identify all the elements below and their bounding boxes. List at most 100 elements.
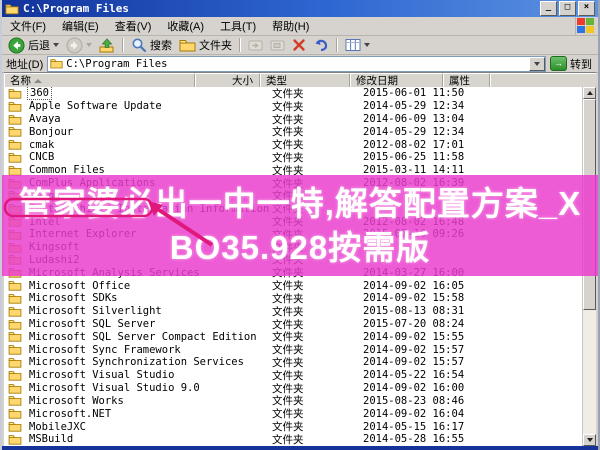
file-name-label: Microsoft Analysis Services [29,266,200,279]
triangle-down-icon [586,438,593,442]
folder-icon [8,332,22,342]
forward-dropdown-icon[interactable] [86,43,92,47]
column-header-name[interactable]: 名称 [4,73,195,88]
vertical-scrollbar[interactable] [582,87,596,446]
maximize-button[interactable]: □ [559,1,576,16]
back-label: 后退 [28,40,50,52]
go-button[interactable]: → 转到 [550,56,594,72]
file-name-cell: Intel [4,216,195,228]
forward-button[interactable] [64,36,94,54]
file-date-cell: 2014-09-02 15:57 [363,356,465,369]
file-name-cell: Microsoft Synchronization Services [4,356,244,368]
file-name-label: Apple Software Update [29,100,162,113]
column-header-date[interactable]: 修改日期 [350,73,443,88]
address-dropdown-button[interactable] [529,56,545,71]
file-name-cell: InstallShield Installation Information [4,203,269,215]
column-header-type[interactable]: 类型 [260,73,350,88]
folders-button[interactable]: 文件夹 [177,37,234,53]
windows-logo-icon [575,17,598,35]
file-type-cell: 文件夹 [272,433,304,446]
explorer-window: C:\Program Files _ □ × 文件(F) 编辑(E) 查看(V)… [0,0,600,450]
window-title: C:\Program Files [23,2,129,15]
file-date-cell: 2012-08-02 16:39 [363,177,465,190]
menu-favorites[interactable]: 收藏(A) [159,16,212,36]
views-dropdown-icon[interactable] [364,43,370,47]
scroll-down-button[interactable] [583,434,596,446]
column-header-name-label: 名称 [10,74,31,87]
file-name-cell: MobileJXC [4,421,195,433]
column-header-size-label: 大小 [232,74,253,87]
file-date-cell: 2014-09-02 16:04 [363,407,465,420]
file-name-cell: Microsoft.NET [4,408,195,420]
copy-to-icon [270,40,285,50]
folder-icon [8,345,22,355]
folder-icon [8,89,22,99]
search-button[interactable]: 搜索 [129,37,174,53]
column-header-type-label: 类型 [266,74,287,87]
file-date-cell: 2015-08-13 08:31 [363,305,465,318]
up-icon [99,37,114,52]
forward-icon [66,36,83,54]
folder-icon [8,255,22,266]
up-button[interactable] [97,37,117,53]
file-name-label: Bonjour [29,125,74,138]
go-icon: → [550,56,567,71]
window-bottom-border [2,446,598,450]
copy-to-button[interactable] [268,39,287,52]
minimize-button[interactable]: _ [540,1,557,16]
folder-icon [8,178,22,189]
menubar: 文件(F) 编辑(E) 查看(V) 收藏(A) 工具(T) 帮助(H) [2,17,598,36]
file-name-cell: ComPlus Applications [4,177,195,189]
file-name-cell: MSBuild [4,433,195,445]
column-header-size[interactable]: 大小 [195,73,260,88]
folder-icon [8,434,22,445]
back-dropdown-icon[interactable] [53,43,59,47]
menu-view[interactable]: 查看(V) [107,16,160,36]
menu-file[interactable]: 文件(F) [2,16,54,36]
views-icon [345,39,361,51]
views-button[interactable] [343,38,372,52]
file-name-cell: Apple Software Update [4,100,195,112]
file-date-cell: 2014-05-22 16:54 [363,369,465,382]
folder-icon [8,319,22,330]
folder-icon [8,217,22,227]
close-button[interactable]: × [578,1,595,16]
menu-tools[interactable]: 工具(T) [212,16,264,36]
scroll-up-button[interactable] [583,87,596,99]
folder-icon [8,409,22,419]
column-headers: 名称 大小 类型 修改日期 属性 [4,72,596,88]
file-name-label: ComPlus Applications [29,177,156,190]
scrollbar-thumb[interactable] [583,99,596,310]
back-icon [8,36,25,54]
file-row[interactable]: MSBuild 文件夹 2014-05-28 16:55 [4,433,583,446]
back-button[interactable]: 后退 [6,36,61,54]
file-name-label: Microsoft Visual Studio [29,369,175,382]
file-date-cell: 2015-06-01 11:50 [363,87,465,100]
menu-edit[interactable]: 编辑(E) [54,16,107,36]
folder-icon [8,127,22,137]
file-name-cell: CNCB [4,151,195,163]
file-name-cell: Microsoft SQL Server [4,318,195,330]
folder-icon [8,153,22,163]
file-name-label: MSBuild [29,433,74,446]
file-name-label: Microsoft SQL Server Compact Edition [29,330,257,343]
file-name-cell: feiq [4,190,195,202]
file-name-label: Avaya [29,113,61,126]
column-header-attributes[interactable]: 属性 [443,73,490,88]
file-date-cell: 2014-09-02 15:57 [363,343,465,356]
move-to-button[interactable] [246,39,265,52]
file-name-label: Microsoft Office [29,279,131,292]
toolbar-separator [336,38,338,52]
address-input[interactable]: C:\Program Files [47,55,546,72]
toolbar-separator [122,38,124,52]
menu-help[interactable]: 帮助(H) [264,16,317,36]
file-date-cell: 2015-03-11 14:11 [363,164,465,177]
file-name-cell: Microsoft Silverlight [4,305,195,317]
delete-button[interactable] [290,38,308,52]
folder-icon [5,3,19,14]
file-date-cell: 2014-09-02 15:58 [363,292,465,305]
go-label: 转到 [570,58,592,71]
file-name-cell: Common Files [4,164,195,176]
undo-button[interactable] [311,38,331,52]
file-name-label: Microsoft Sync Framework [29,343,181,356]
